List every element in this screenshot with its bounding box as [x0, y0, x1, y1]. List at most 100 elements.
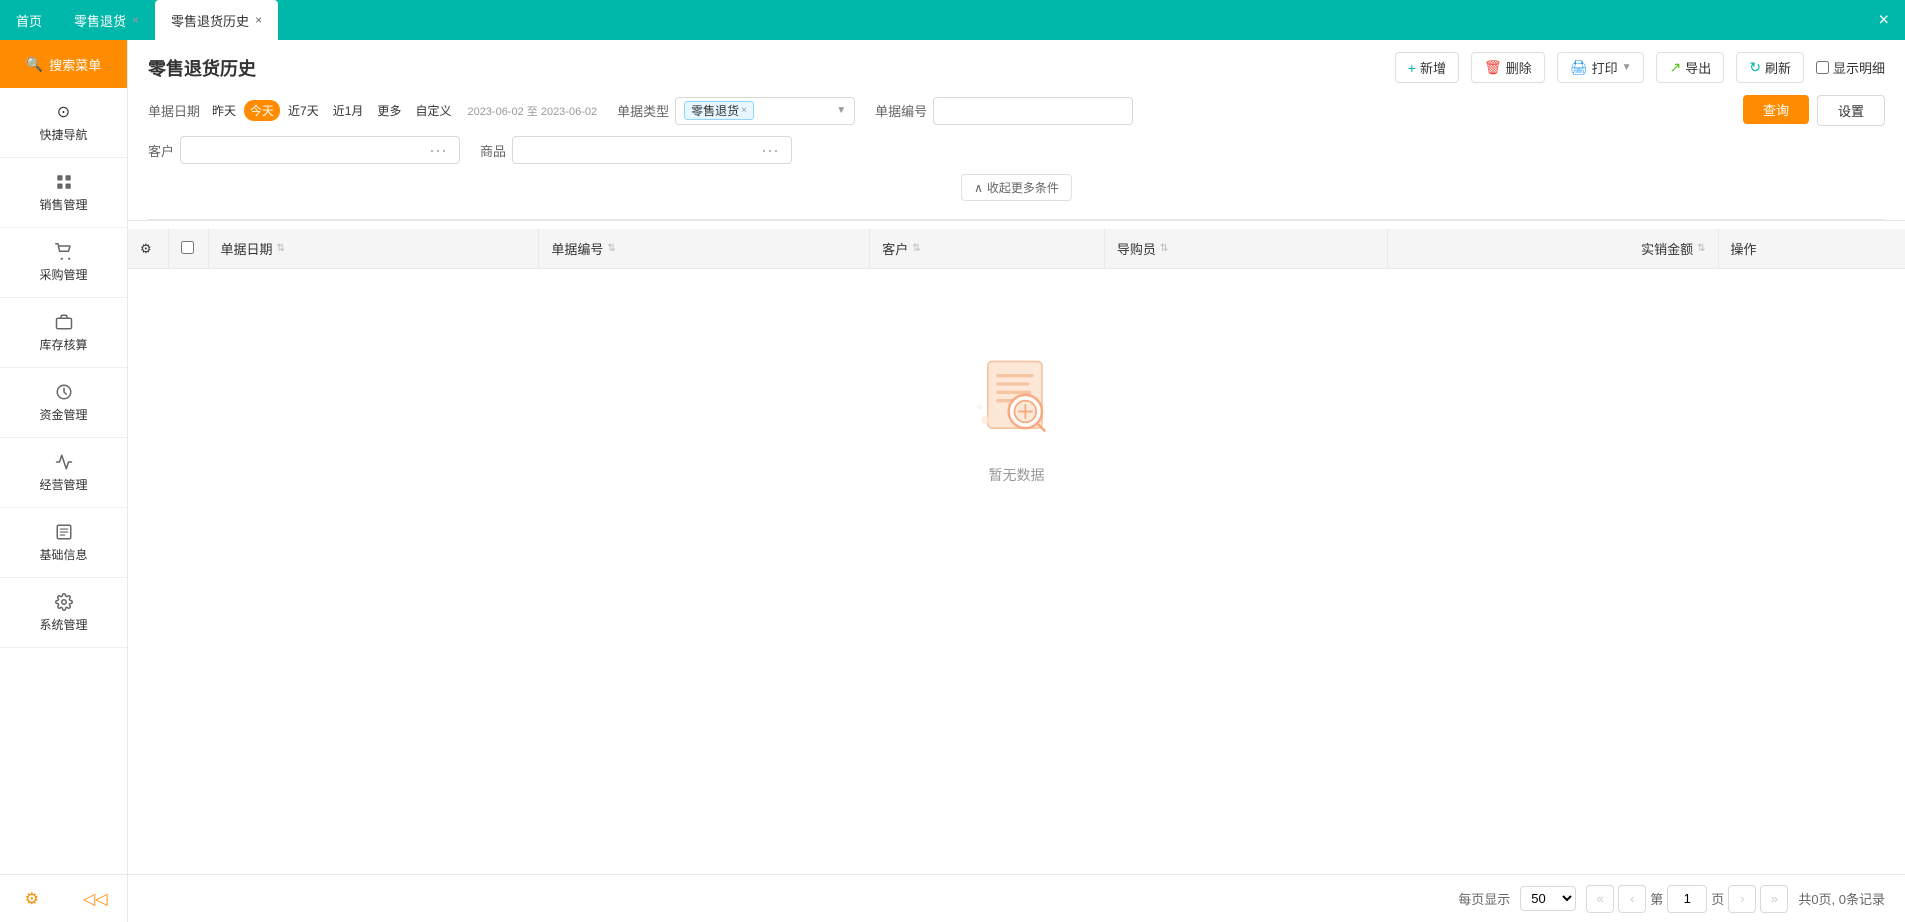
empty-text: 暂无数据 [989, 465, 1045, 485]
goods-ellipsis[interactable]: ··· [757, 140, 783, 161]
refresh-button[interactable]: ↻ 刷新 [1736, 52, 1804, 83]
empty-state-row: 暂无数据 [128, 269, 1905, 566]
delete-icon: 🗑 [1484, 59, 1502, 76]
col-date: 单据日期 ⇅ [208, 229, 539, 269]
tab-home[interactable]: + 新增 首页 [0, 0, 58, 40]
tab-home-label: 首页 [16, 11, 42, 30]
empty-state: 暂无数据 [128, 269, 1905, 565]
query-button[interactable]: 查询 [1743, 95, 1809, 124]
col-number-sort-icon[interactable]: ⇅ [607, 243, 615, 254]
export-label: 导出 [1685, 58, 1711, 77]
new-icon: + [1408, 60, 1416, 76]
filter-docnumber-input[interactable] [933, 97, 1133, 125]
col-date-sort-icon[interactable]: ⇅ [277, 243, 285, 254]
page-input[interactable] [1667, 885, 1707, 913]
show-detail-toggle[interactable]: 显示明细 [1816, 58, 1885, 77]
collapse-up-icon: ∧ [974, 181, 983, 195]
quicknav-icon: ⊙ [54, 102, 74, 122]
tab-retail-return[interactable]: 零售退货 × [58, 0, 155, 40]
sidebar-item-purchase[interactable]: 采购管理 [0, 228, 127, 298]
customer-ellipsis[interactable]: ··· [425, 140, 451, 161]
filter-docnumber-field: 单据编号 [875, 97, 1133, 125]
col-customer-label: 客户 [882, 239, 908, 258]
sidebar-item-sales-label: 销售管理 [39, 196, 87, 213]
page-suffix: 页 [1711, 889, 1724, 908]
doctype-tag: 零售退货 × [684, 101, 754, 120]
total-info: 共0页, 0条记录 [1798, 889, 1885, 908]
col-amount-sort-icon[interactable]: ⇅ [1697, 243, 1705, 254]
col-guide-label: 导购员 [1117, 239, 1156, 258]
date-more[interactable]: 更多 [371, 100, 407, 121]
date-7days[interactable]: 近7天 [282, 100, 325, 121]
date-1month[interactable]: 近1月 [327, 100, 370, 121]
show-detail-checkbox[interactable] [1816, 61, 1829, 74]
delete-label: 删除 [1506, 58, 1532, 77]
next-page-button[interactable]: › [1728, 885, 1756, 913]
print-icon: 🖨 [1570, 59, 1588, 76]
sidebar-item-inventory[interactable]: 库存核算 [0, 298, 127, 368]
sidebar-item-purchase-label: 采购管理 [39, 266, 87, 283]
prev-page-button[interactable]: ‹ [1618, 885, 1646, 913]
settings-bottom-button[interactable]: ⚙ [0, 875, 64, 922]
filter-docnumber-label: 单据编号 [875, 101, 927, 120]
doctype-tag-close[interactable]: × [741, 105, 747, 116]
sound-icon: ◁◁ [83, 889, 108, 909]
filter-doctype-label: 单据类型 [617, 101, 669, 120]
page-title-row: 零售退货历史 + 新增 🗑 删除 🖨 打印 ▼ [148, 52, 1885, 83]
export-button[interactable]: ↗ 导出 [1656, 52, 1724, 83]
tab-retail-return-history[interactable]: 零售退货历史 × [155, 0, 278, 40]
tab-retail-return-close[interactable]: × [132, 13, 139, 27]
sidebar-search[interactable]: 🔍 搜索菜单 [0, 40, 127, 88]
page-nav: « ‹ 第 页 › » [1586, 885, 1788, 913]
col-checkbox [168, 229, 208, 269]
col-customer-sort-icon[interactable]: ⇅ [912, 243, 920, 254]
sidebar-item-operations-label: 经营管理 [39, 476, 87, 493]
refresh-icon: ↻ [1749, 59, 1761, 76]
last-page-button[interactable]: » [1760, 885, 1788, 913]
settings-gear-icon: ⚙ [25, 889, 39, 909]
basicinfo-icon [54, 522, 74, 542]
filter-date-label: 单据日期 [148, 101, 200, 120]
new-button[interactable]: + 新增 [1395, 52, 1459, 83]
sidebar-item-quicknav[interactable]: ⊙ 快捷导航 [0, 88, 127, 158]
filter-customer-input[interactable] [189, 143, 425, 158]
sidebar-search-label: 搜索菜单 [49, 55, 101, 74]
sidebar-item-finance[interactable]: 资金管理 [0, 368, 127, 438]
date-yesterday[interactable]: 昨天 [206, 100, 242, 121]
delete-button[interactable]: 🗑 删除 [1471, 52, 1545, 83]
collapse-label: 收起更多条件 [987, 179, 1059, 196]
filter-goods-input[interactable] [521, 143, 757, 158]
print-button[interactable]: 🖨 打印 ▼ [1557, 52, 1645, 83]
first-page-button[interactable]: « [1586, 885, 1614, 913]
print-label: 打印 [1592, 58, 1618, 77]
window-close-button[interactable]: × [1878, 10, 1889, 31]
col-settings-icon[interactable]: ⚙ [140, 241, 152, 256]
settings-button[interactable]: 设置 [1817, 95, 1885, 126]
tab-retail-return-history-close[interactable]: × [255, 13, 262, 27]
refresh-label: 刷新 [1765, 58, 1791, 77]
filter-doctype-select[interactable]: 零售退货 × ▼ [675, 97, 855, 125]
sidebar-item-basicinfo-label: 基础信息 [39, 546, 87, 563]
filter-row-1: 单据日期 昨天 今天 近7天 近1月 更多 自定义 2023-06-02 至 2… [148, 95, 1885, 126]
per-page-label: 每页显示 [1458, 889, 1510, 908]
per-page-select[interactable]: 10 20 50 100 [1520, 886, 1576, 911]
sidebar-item-inventory-label: 库存核算 [39, 336, 87, 353]
col-settings: ⚙ [128, 229, 168, 269]
filter-doctype-field: 单据类型 零售退货 × ▼ [617, 97, 855, 125]
select-all-checkbox[interactable] [181, 241, 194, 254]
sound-bottom-button[interactable]: ◁◁ [64, 875, 128, 922]
empty-state-cell: 暂无数据 [128, 269, 1905, 566]
sidebar-item-system[interactable]: 系统管理 [0, 578, 127, 648]
sidebar-item-basicinfo[interactable]: 基础信息 [0, 508, 127, 578]
date-today[interactable]: 今天 [244, 100, 280, 121]
col-number: 单据编号 ⇅ [539, 229, 870, 269]
content-area: 零售退货历史 + 新增 🗑 删除 🖨 打印 ▼ [128, 40, 1905, 922]
purchase-icon [54, 242, 74, 262]
collapse-button[interactable]: ∧ 收起更多条件 [961, 174, 1072, 201]
sidebar-item-sales[interactable]: 销售管理 [0, 158, 127, 228]
sidebar-item-operations[interactable]: 经营管理 [0, 438, 127, 508]
date-custom[interactable]: 自定义 [409, 100, 457, 121]
filter-customer-field: 客户 ··· [148, 136, 460, 164]
col-guide-sort-icon[interactable]: ⇅ [1160, 243, 1168, 254]
toolbar: + 新增 🗑 删除 🖨 打印 ▼ ↗ [1395, 52, 1885, 83]
